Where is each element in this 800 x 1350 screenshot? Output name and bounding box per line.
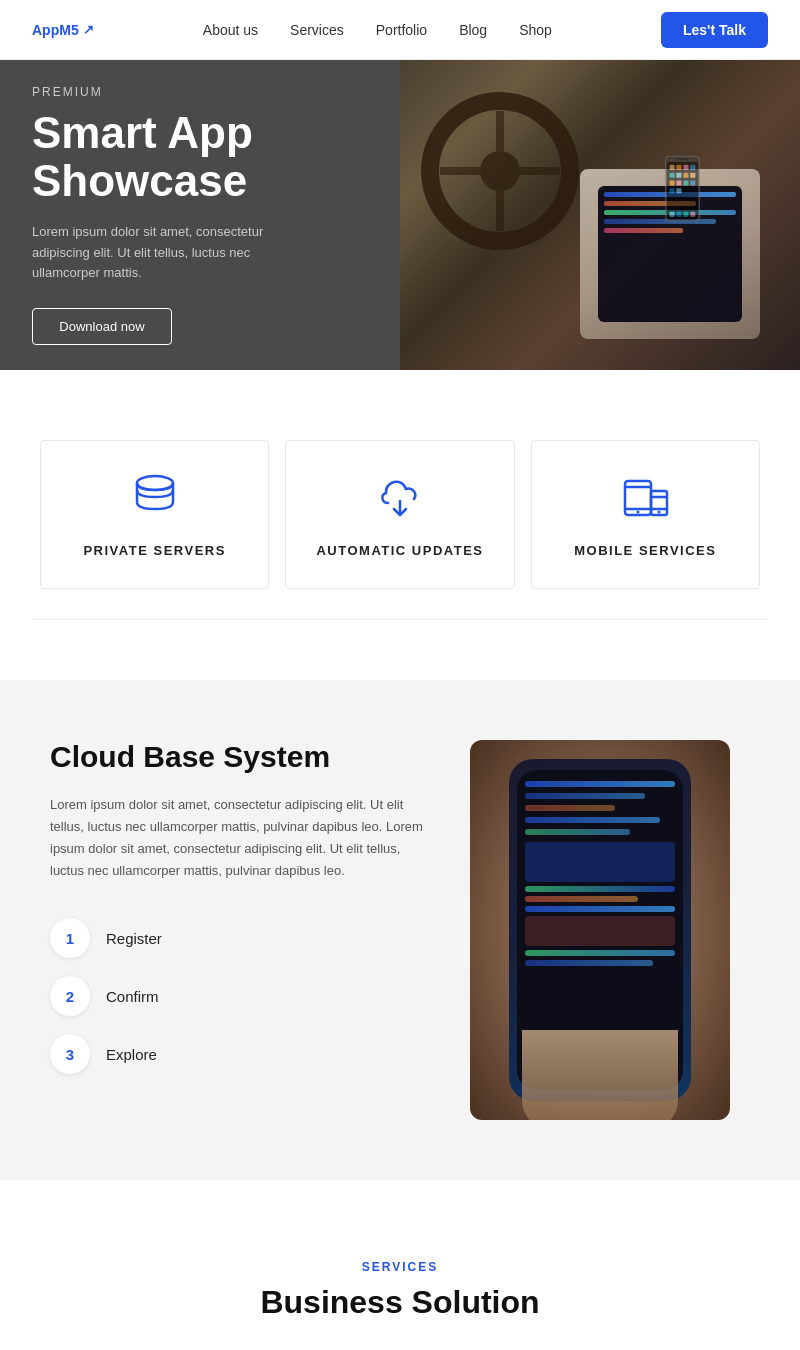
lets-talk-button[interactable]: Les't Talk — [661, 12, 768, 48]
step-2: 2 Confirm — [50, 976, 430, 1016]
services-title: Business Solution — [32, 1284, 768, 1321]
nav-shop[interactable]: Shop — [519, 22, 552, 38]
download-button[interactable]: Download now — [32, 308, 172, 345]
services-section: SERVICES Business Solution — [0, 1210, 800, 1350]
step-1: 1 Register — [50, 918, 430, 958]
cloud-title: Cloud Base System — [50, 740, 430, 774]
nav-services[interactable]: Services — [290, 22, 344, 38]
hero-description: Lorem ipsum dolor sit amet, consectetur … — [32, 222, 312, 284]
phone-image-sim — [470, 740, 730, 1120]
logo-icon: ↗ — [83, 22, 94, 37]
step-1-number: 1 — [50, 918, 90, 958]
navbar: AppM5 ↗ About us Services Portfolio Blog… — [0, 0, 800, 60]
features-row: PRIVATE SERVERS AUTOMATIC UPDATES — [32, 410, 768, 620]
mobile-services-label: MOBILE SERVICES — [574, 543, 716, 558]
hero-title: Smart App Showcase — [32, 109, 368, 206]
cloud-right-image — [470, 740, 750, 1120]
step-3: 3 Explore — [50, 1034, 430, 1074]
hero-section: PREMIUM Smart App Showcase Lorem ipsum d… — [0, 60, 800, 370]
nav-portfolio[interactable]: Portfolio — [376, 22, 427, 38]
cloud-left-content: Cloud Base System Lorem ipsum dolor sit … — [50, 740, 430, 1074]
svg-point-14 — [658, 511, 661, 514]
devices-icon — [619, 471, 671, 527]
hero-premium-label: PREMIUM — [32, 85, 368, 99]
hero-content: PREMIUM Smart App Showcase Lorem ipsum d… — [0, 60, 400, 370]
services-tag: SERVICES — [32, 1260, 768, 1274]
cloud-inner: Cloud Base System Lorem ipsum dolor sit … — [50, 740, 750, 1120]
hero-image-sim — [400, 60, 800, 370]
step-2-label: Confirm — [106, 988, 159, 1005]
svg-point-1 — [480, 151, 520, 191]
cloud-description: Lorem ipsum dolor sit amet, consectetur … — [50, 794, 430, 882]
step-3-number: 3 — [50, 1034, 90, 1074]
logo-text: AppM5 — [32, 22, 79, 38]
step-1-label: Register — [106, 930, 162, 947]
logo: AppM5 ↗ — [32, 22, 94, 38]
nav-blog[interactable]: Blog — [459, 22, 487, 38]
feature-private-servers: PRIVATE SERVERS — [40, 440, 269, 589]
private-servers-label: PRIVATE SERVERS — [83, 543, 225, 558]
svg-point-13 — [637, 511, 640, 514]
database-icon — [129, 471, 181, 527]
hero-image — [400, 60, 800, 370]
cloud-download-icon — [374, 471, 426, 527]
nav-links: About us Services Portfolio Blog Shop — [203, 22, 552, 38]
cloud-base-section: Cloud Base System Lorem ipsum dolor sit … — [0, 680, 800, 1180]
nav-about[interactable]: About us — [203, 22, 258, 38]
steps-list: 1 Register 2 Confirm 3 Explore — [50, 918, 430, 1074]
feature-automatic-updates: AUTOMATIC UPDATES — [285, 440, 514, 589]
automatic-updates-label: AUTOMATIC UPDATES — [316, 543, 483, 558]
features-container: PRIVATE SERVERS AUTOMATIC UPDATES — [0, 370, 800, 650]
feature-mobile-services: MOBILE SERVICES — [531, 440, 760, 589]
step-2-number: 2 — [50, 976, 90, 1016]
step-3-label: Explore — [106, 1046, 157, 1063]
